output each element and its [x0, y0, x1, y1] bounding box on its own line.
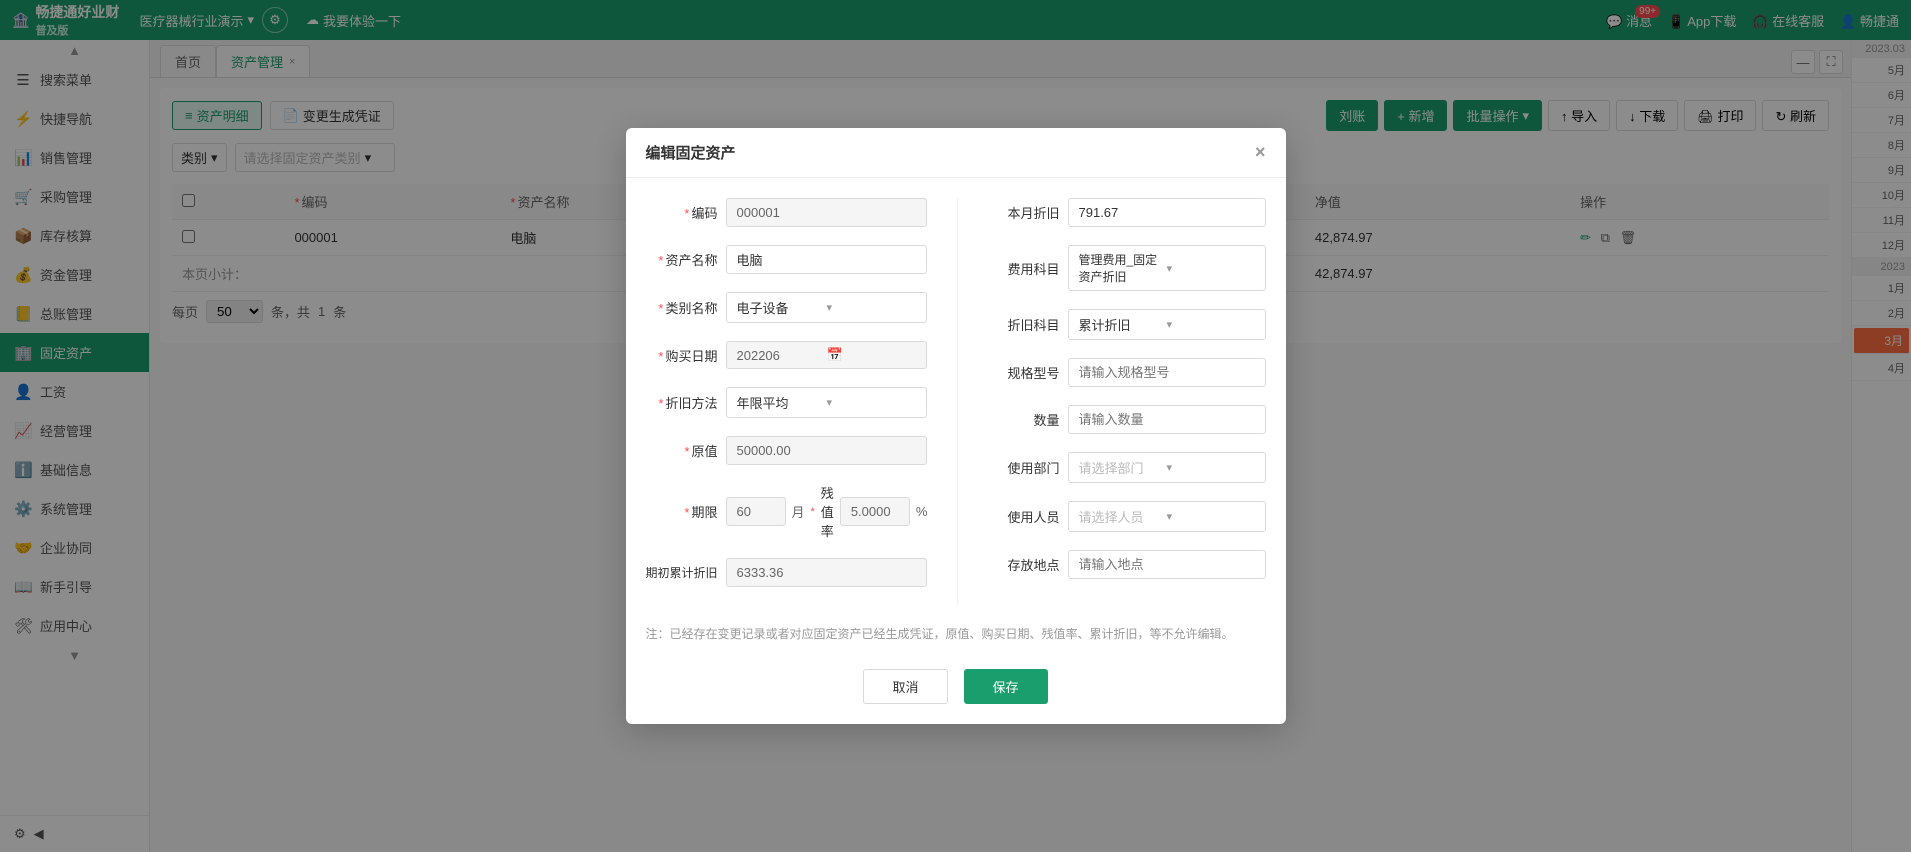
form-row-model: 规格型号: [988, 358, 1266, 387]
form-date-purchase[interactable]: 202206 📅: [726, 341, 928, 369]
form-dep-account-value: 累计折旧: [1079, 315, 1167, 334]
category-chevron-icon: ▾: [826, 301, 916, 314]
form-label-dep-account: 折旧科目: [988, 315, 1068, 334]
form-label-expense-account: 费用科目: [988, 259, 1068, 278]
modal-footer: 取消 保存: [626, 657, 1286, 724]
form-row-dep-method: *折旧方法 年限平均 ▾: [646, 387, 928, 418]
expense-account-chevron-icon: ▾: [1167, 262, 1255, 275]
form-dep-method-value: 年限平均: [737, 393, 827, 412]
form-row-department: 使用部门 请选择部门 ▾: [988, 452, 1266, 483]
modal-close-button[interactable]: ×: [1255, 142, 1266, 163]
form-input-code[interactable]: [726, 198, 928, 227]
form-row-code: *编码: [646, 198, 928, 227]
form-input-initial-dep[interactable]: [726, 558, 928, 587]
form-select-department[interactable]: 请选择部门 ▾: [1068, 452, 1266, 483]
form-input-residual-rate[interactable]: [840, 497, 910, 526]
form-row-quantity: 数量: [988, 405, 1266, 434]
modal-header: 编辑固定资产 ×: [626, 128, 1286, 178]
form-input-model[interactable]: [1068, 358, 1266, 387]
form-row-original-value: *原值: [646, 436, 928, 465]
form-input-name[interactable]: [726, 245, 928, 274]
modal-form-area: *编码 *资产名称 *类别名称 电子设备 ▾: [646, 198, 1266, 605]
form-expense-account-value: 管理费用_固定资产折旧: [1079, 251, 1167, 285]
form-row-purchase-date: *购买日期 202206 📅: [646, 341, 928, 369]
form-label-code: *编码: [646, 203, 726, 222]
form-select-dep-method[interactable]: 年限平均 ▾: [726, 387, 928, 418]
modal-body: *编码 *资产名称 *类别名称 电子设备 ▾: [626, 178, 1286, 625]
form-row-period: *期限 月 * 残值率 %: [646, 483, 928, 540]
staff-chevron-icon: ▾: [1167, 510, 1255, 523]
modal-left-col: *编码 *资产名称 *类别名称 电子设备 ▾: [646, 198, 948, 605]
form-label-initial-dep: 期初累计折旧: [646, 564, 726, 581]
cancel-button[interactable]: 取消: [863, 669, 947, 704]
modal-title: 编辑固定资产: [646, 142, 736, 163]
form-label-dep-method: *折旧方法: [646, 393, 726, 412]
form-row-monthly-dep: 本月折旧: [988, 198, 1266, 227]
form-label-purchase-date: *购买日期: [646, 346, 726, 365]
calendar-icon: 📅: [826, 347, 916, 363]
form-label-department: 使用部门: [988, 458, 1068, 477]
form-label-period: *期限: [646, 502, 726, 521]
form-select-category[interactable]: 电子设备 ▾: [726, 292, 928, 323]
form-label-location: 存放地点: [988, 555, 1068, 574]
dep-account-chevron-icon: ▾: [1167, 318, 1255, 331]
form-label-original-value: *原值: [646, 441, 726, 460]
residual-rate-label: *: [811, 506, 815, 518]
form-label-quantity: 数量: [988, 410, 1068, 429]
save-button[interactable]: 保存: [964, 669, 1048, 704]
form-row-name: *资产名称: [646, 245, 928, 274]
form-label-monthly-dep: 本月折旧: [988, 203, 1068, 222]
form-row-category: *类别名称 电子设备 ▾: [646, 292, 928, 323]
form-input-quantity[interactable]: [1068, 405, 1266, 434]
form-input-location[interactable]: [1068, 550, 1266, 579]
residual-rate-text: 残值率: [821, 483, 834, 540]
modal-note: 注：已经存在变更记录或者对应固定资产已经生成凭证，原值、购买日期、残值率、累计折…: [626, 625, 1286, 656]
department-chevron-icon: ▾: [1167, 461, 1255, 474]
form-input-monthly-dep[interactable]: [1068, 198, 1266, 227]
form-date-purchase-value: 202206: [737, 348, 827, 363]
form-label-name: *资产名称: [646, 250, 726, 269]
period-unit: 月: [792, 502, 805, 521]
form-label-model: 规格型号: [988, 363, 1068, 382]
modal-edit-asset: 编辑固定资产 × *编码 *资产名称: [626, 128, 1286, 723]
modal-overlay: 编辑固定资产 × *编码 *资产名称: [0, 0, 1911, 852]
form-row-initial-dep: 期初累计折旧: [646, 558, 928, 587]
form-row-dep-account: 折旧科目 累计折旧 ▾: [988, 309, 1266, 340]
modal-note-text: 注：已经存在变更记录或者对应固定资产已经生成凭证，原值、购买日期、残值率、累计折…: [646, 627, 1234, 641]
form-inline-period: 月 * 残值率 %: [726, 483, 928, 540]
form-department-placeholder: 请选择部门: [1079, 458, 1167, 477]
form-select-category-value: 电子设备: [737, 298, 827, 317]
dep-method-chevron-icon: ▾: [826, 396, 916, 409]
form-row-staff: 使用人员 请选择人员 ▾: [988, 501, 1266, 532]
form-staff-placeholder: 请选择人员: [1079, 507, 1167, 526]
form-row-location: 存放地点: [988, 550, 1266, 579]
form-input-original-value[interactable]: [726, 436, 928, 465]
form-label-staff: 使用人员: [988, 507, 1068, 526]
form-select-dep-account[interactable]: 累计折旧 ▾: [1068, 309, 1266, 340]
modal-right-col: 本月折旧 费用科目 管理费用_固定资产折旧 ▾ 折旧科目: [968, 198, 1266, 605]
form-select-staff[interactable]: 请选择人员 ▾: [1068, 501, 1266, 532]
form-label-category: *类别名称: [646, 298, 726, 317]
form-input-period[interactable]: [726, 497, 786, 526]
residual-rate-unit: %: [916, 504, 928, 519]
form-select-expense-account[interactable]: 管理费用_固定资产折旧 ▾: [1068, 245, 1266, 291]
form-row-expense-account: 费用科目 管理费用_固定资产折旧 ▾: [988, 245, 1266, 291]
